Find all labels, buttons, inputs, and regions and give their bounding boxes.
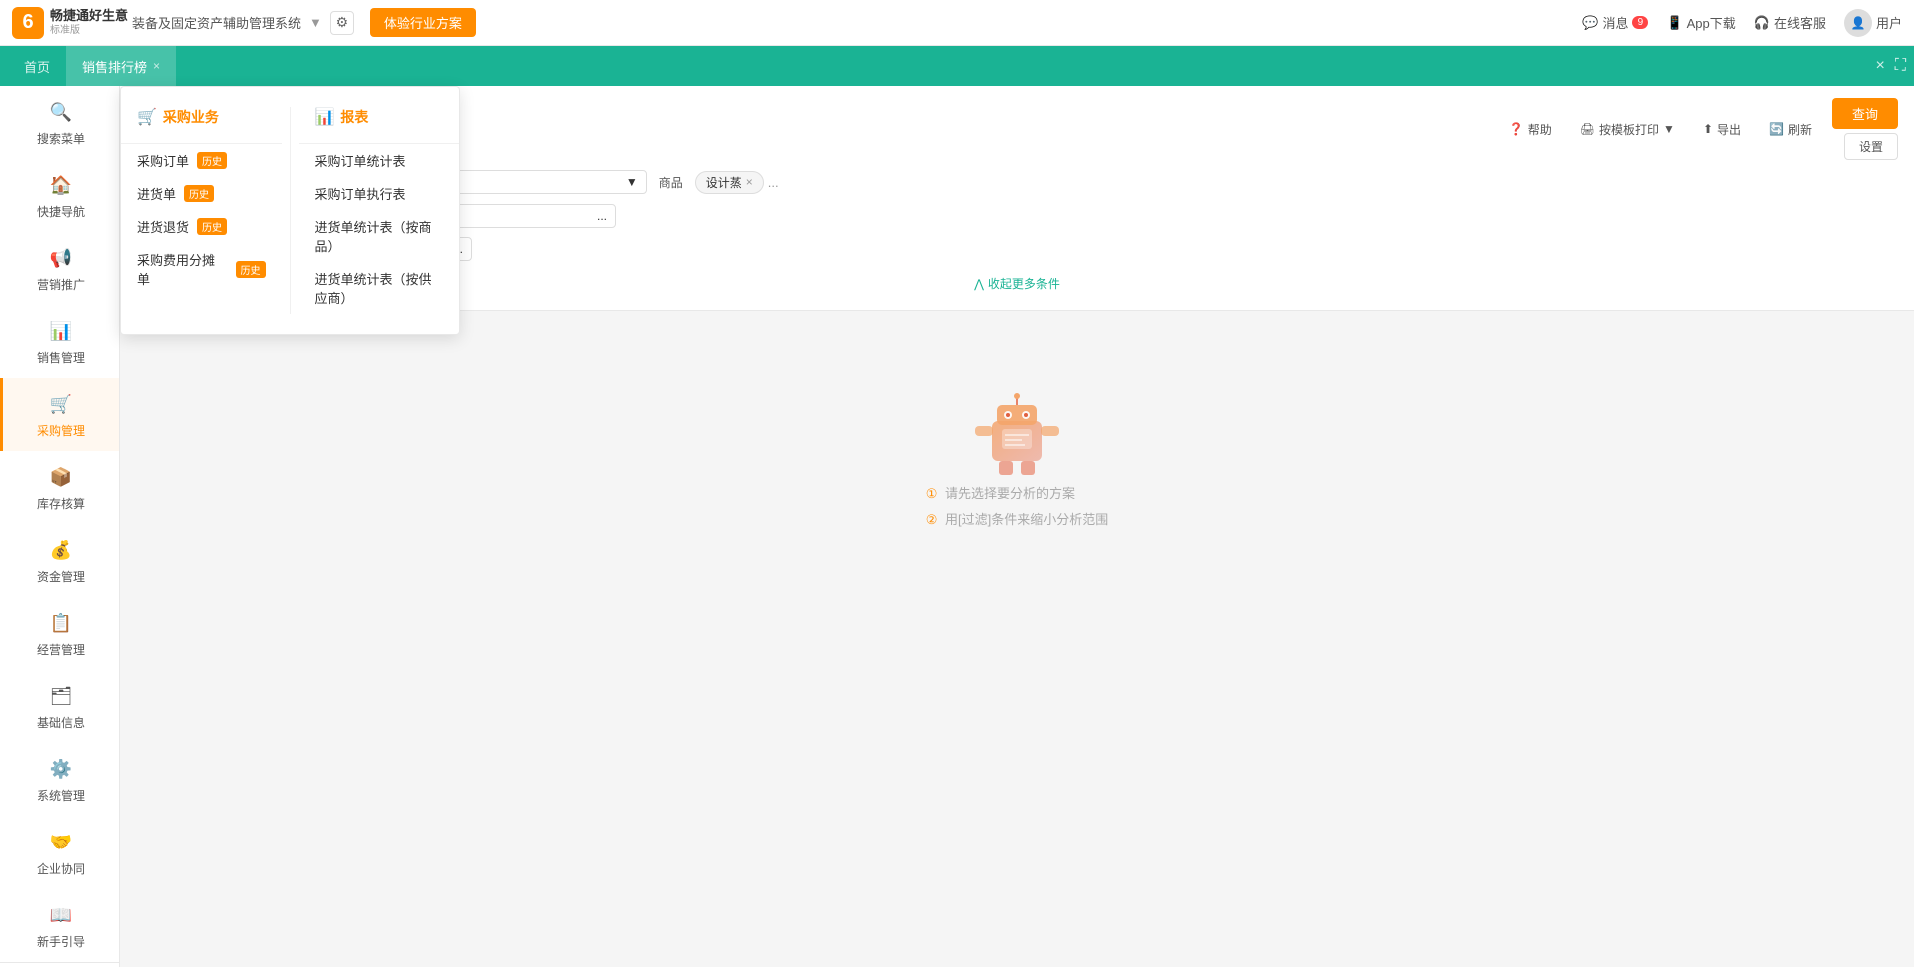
menu-item-purchase-order[interactable]: 采购订单 历史 [137,144,266,177]
system-icon: ⚙️ [47,755,75,783]
header-right: 💬 消息 9 📱 App下载 🎧 在线客服 👤 用户 [1582,9,1902,37]
logo-area: 6 畅捷通好生意 标准版 [12,7,132,39]
sidebar-item-search[interactable]: 🔍 搜索菜单 [0,86,119,159]
system-title-text: 装备及固定资产辅助管理系统 [132,13,301,32]
settings-button[interactable]: 设置 [1844,133,1898,160]
goods-label: 商品 [659,174,683,191]
purchase-icon: 🛒 [47,390,75,418]
menu-item-goods-return[interactable]: 进货退货 历史 [137,210,266,243]
message-badge: 9 [1632,16,1648,29]
print-icon: 🖨 [1580,122,1595,136]
empty-state: ① 请先选择要分析的方案 ② 用[过滤]条件来缩小分析范围 [120,311,1914,613]
sidebar: 🔍 搜索菜单 🏠 快捷导航 📢 营销推广 📊 销售管理 🛒 采购管理 📦 库存核… [0,86,120,967]
avatar: 👤 [1844,9,1872,37]
user-area[interactable]: 👤 用户 [1844,9,1902,37]
settings-icon-btn[interactable]: ⚙ [330,11,354,35]
sidebar-item-sales[interactable]: 📊 销售管理 [0,305,119,378]
salesman-select[interactable]: ... [436,204,616,228]
expand-window-icon[interactable]: ⛶ [1895,57,1906,75]
goods-chip: 设计蒸 × [695,171,764,194]
export-btn[interactable]: ⬆ 导出 [1695,117,1749,142]
menu-item-purchase-expense[interactable]: 采购费用分摊单 历史 [137,243,266,295]
menu-item-order-exec[interactable]: 采购订单执行表 [315,177,444,210]
hist-badge-3: 历史 [236,261,266,278]
menu-item-goods-in[interactable]: 进货单 历史 [137,177,266,210]
report-col: 📊 报表 采购订单统计表 采购订单执行表 进货单统计表（按商品） 进货单统计表（… [299,107,460,314]
doc-status-select[interactable]: ▼ [447,170,647,194]
marketing-icon: 📢 [47,244,75,272]
sidebar-bottom: ⚙ ◀ [0,962,119,967]
help-btn[interactable]: ❓ 帮助 [1501,117,1560,142]
purchase-col-header: 🛒 采购业务 [137,107,266,133]
hist-badge-1: 历史 [184,185,214,202]
sidebar-item-inventory[interactable]: 📦 库存核算 [0,451,119,524]
print-dropdown-icon: ▼ [1663,122,1675,136]
export-icon: ⬆ [1703,122,1713,136]
refresh-btn[interactable]: 🔄 刷新 [1761,117,1820,142]
close-tab-icon[interactable]: × [153,59,160,73]
report-col-icon: 📊 [315,107,335,127]
basic-info-icon: 🗂 [47,682,75,710]
menu-item-order-stat[interactable]: 采购订单统计表 [315,144,444,177]
goods-chip-remove[interactable]: × [746,175,753,189]
salesman-more-icon: ... [597,209,607,223]
sidebar-item-guide[interactable]: 📖 新手引导 [0,889,119,962]
help-icon: ❓ [1509,122,1524,136]
message-icon: 💬 [1582,15,1598,31]
purchase-col-icon: 🛒 [137,107,157,127]
operations-icon: 📋 [47,609,75,637]
tab-sales-rank[interactable]: 销售排行榜 × [66,46,176,86]
tab-bar-right: × ⛶ [1875,57,1906,75]
headset-icon: 🎧 [1754,15,1770,31]
print-template-btn[interactable]: 🖨 按模板打印 ▼ [1572,117,1683,142]
home-icon: 🏠 [47,171,75,199]
phone-icon: 📱 [1666,15,1682,31]
sidebar-item-basic-info[interactable]: 🗂 基础信息 [0,670,119,743]
dropdown-arrow[interactable]: ▼ [309,15,322,30]
purchase-col: 🛒 采购业务 采购订单 历史 进货单 历史 进货退货 历史 采购费用分摊单 历史 [121,107,282,314]
industry-btn[interactable]: 体验行业方案 [370,8,476,37]
menu-columns: 🛒 采购业务 采购订单 历史 进货单 历史 进货退货 历史 采购费用分摊单 历史 [121,99,459,322]
col-separator [290,107,291,314]
messages-btn[interactable]: 💬 消息 9 [1582,13,1648,32]
inventory-icon: 📦 [47,463,75,491]
purchase-dropdown-menu: 🛒 采购业务 采购订单 历史 进货单 历史 进货退货 历史 采购费用分摊单 历史 [120,86,460,335]
search-icon: 🔍 [47,98,75,126]
menu-item-goods-stat-product[interactable]: 进货单统计表（按商品） [315,210,444,262]
system-title-area: 装备及固定资产辅助管理系统 ▼ ⚙ 体验行业方案 [132,8,1582,37]
hist-badge-0: 历史 [197,152,227,169]
logo-text: 畅捷通好生意 标准版 [50,8,128,38]
goods-more-btn[interactable]: ... [768,175,779,190]
goods-area: 设计蒸 × ... [695,171,779,194]
sidebar-item-quick-nav[interactable]: 🏠 快捷导航 [0,159,119,232]
empty-illustration [967,391,1067,481]
hist-badge-2: 历史 [197,218,227,235]
sidebar-item-finance[interactable]: 💰 资金管理 [0,524,119,597]
menu-item-goods-stat-supplier[interactable]: 进货单统计表（按供应商） [315,262,444,314]
refresh-icon: 🔄 [1769,122,1784,136]
tab-home[interactable]: 首页 [8,46,66,86]
close-window-icon[interactable]: × [1875,57,1884,75]
sidebar-item-enterprise[interactable]: 🤝 企业协同 [0,816,119,889]
collapse-up-icon: ⋀ [974,277,984,291]
doc-status-dropdown-icon: ▼ [626,175,638,189]
online-service-btn[interactable]: 🎧 在线客服 [1754,13,1826,32]
sidebar-item-system[interactable]: ⚙️ 系统管理 [0,743,119,816]
empty-text: ① 请先选择要分析的方案 ② 用[过滤]条件来缩小分析范围 [926,481,1109,533]
sidebar-item-purchase[interactable]: 🛒 采购管理 [0,378,119,451]
query-button[interactable]: 查询 [1832,98,1898,129]
top-header: 6 畅捷通好生意 标准版 装备及固定资产辅助管理系统 ▼ ⚙ 体验行业方案 💬 … [0,0,1914,46]
enterprise-icon: 🤝 [47,828,75,856]
report-col-header: 📊 报表 [315,107,444,133]
sales-icon: 📊 [47,317,75,345]
sidebar-item-marketing[interactable]: 📢 营销推广 [0,232,119,305]
sidebar-item-operations[interactable]: 📋 经营管理 [0,597,119,670]
guide-icon: 📖 [47,901,75,929]
finance-icon: 💰 [47,536,75,564]
app-download-btn[interactable]: 📱 App下载 [1666,13,1735,32]
logo-icon: 6 [12,7,44,39]
tab-bar: 首页 销售排行榜 × × ⛶ [0,46,1914,86]
